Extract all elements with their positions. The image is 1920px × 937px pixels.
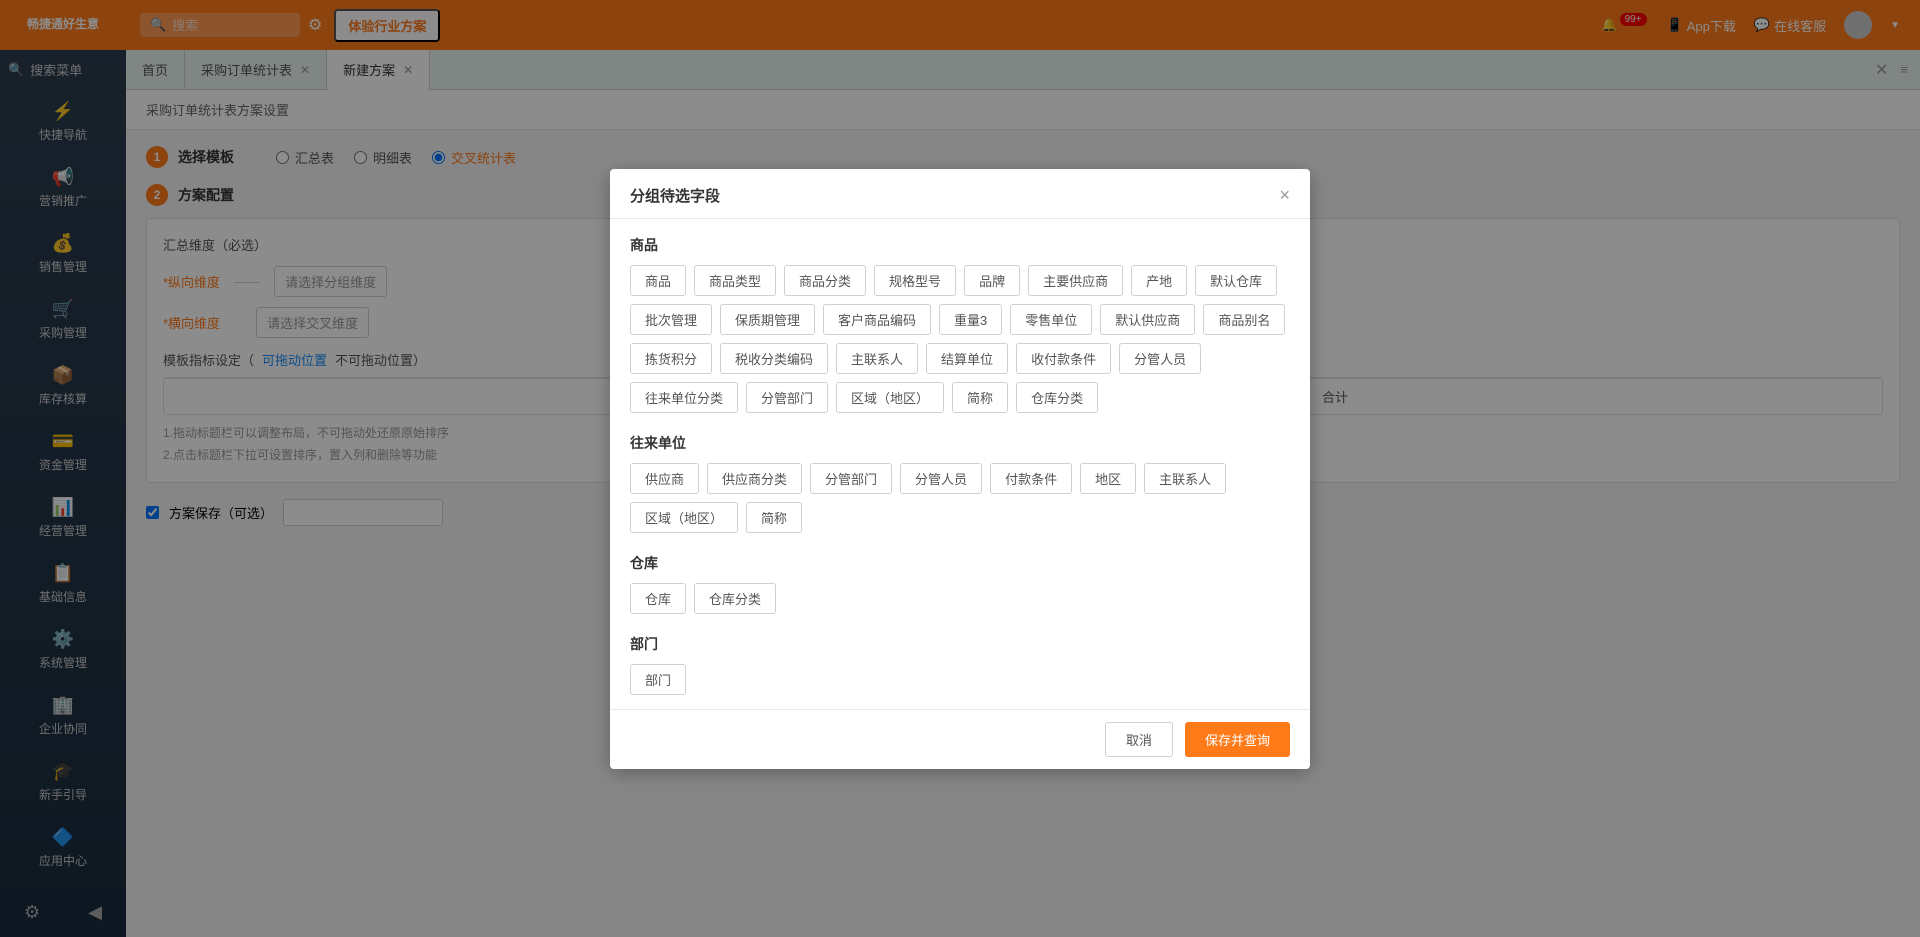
field-tag-customer-code[interactable]: 客户商品编码 <box>823 304 931 335</box>
field-tag-main-supplier[interactable]: 主要供应商 <box>1028 265 1123 296</box>
field-tag-spec-type[interactable]: 规格型号 <box>874 265 956 296</box>
field-tag-default-supplier[interactable]: 默认供应商 <box>1100 304 1195 335</box>
field-tag-contact[interactable]: 主联系人 <box>1144 463 1226 494</box>
field-tag-supplier[interactable]: 供应商 <box>630 463 699 494</box>
field-tag-goods-alias[interactable]: 商品别名 <box>1203 304 1285 335</box>
field-tag-brand[interactable]: 品牌 <box>964 265 1020 296</box>
field-tag-main-contact[interactable]: 主联系人 <box>836 343 918 374</box>
modal: 分组待选字段 × 商品商品商品类型商品分类规格型号品牌主要供应商产地默认仓库批次… <box>610 169 1310 769</box>
field-tag-goods-category[interactable]: 商品分类 <box>784 265 866 296</box>
field-tag-payment-cond[interactable]: 付款条件 <box>990 463 1072 494</box>
field-grid-partner: 供应商供应商分类分管部门分管人员付款条件地区主联系人区域（地区） 简称 <box>630 463 1290 533</box>
section-title-department: 部门 <box>630 634 1290 654</box>
section-warehouse: 仓库仓库仓库分类 <box>630 553 1290 614</box>
section-department: 部门部门 <box>630 634 1290 695</box>
field-tag-goods[interactable]: 商品 <box>630 265 686 296</box>
modal-close-button[interactable]: × <box>1279 185 1290 206</box>
modal-overlay: 分组待选字段 × 商品商品商品类型商品分类规格型号品牌主要供应商产地默认仓库批次… <box>0 0 1920 937</box>
field-tag-dep[interactable]: 部门 <box>630 664 686 695</box>
field-tag-wh-cat[interactable]: 仓库分类 <box>694 583 776 614</box>
field-tag-settle-unit[interactable]: 结算单位 <box>926 343 1008 374</box>
field-tag-dept-person[interactable]: 分管人员 <box>900 463 982 494</box>
field-grid-department: 部门 <box>630 664 1290 695</box>
confirm-button[interactable]: 保存并查询 <box>1185 722 1290 757</box>
section-goods: 商品商品商品类型商品分类规格型号品牌主要供应商产地默认仓库批次管理保质期管理客户… <box>630 235 1290 413</box>
field-tag-goods-type[interactable]: 商品类型 <box>694 265 776 296</box>
modal-title: 分组待选字段 <box>630 185 720 206</box>
modal-body: 商品商品商品类型商品分类规格型号品牌主要供应商产地默认仓库批次管理保质期管理客户… <box>610 219 1310 709</box>
field-tag-region[interactable]: 地区 <box>1080 463 1136 494</box>
field-tag-supplier-category[interactable]: 供应商分类 <box>707 463 802 494</box>
modal-header: 分组待选字段 × <box>610 169 1310 219</box>
field-tag-payment-terms[interactable]: 收付款条件 <box>1016 343 1111 374</box>
field-tag-short2[interactable]: 简称 <box>746 502 802 533</box>
field-tag-dept[interactable]: 分管部门 <box>810 463 892 494</box>
section-partner: 往来单位供应商供应商分类分管部门分管人员付款条件地区主联系人区域（地区） 简称 <box>630 433 1290 533</box>
cancel-button[interactable]: 取消 <box>1105 722 1173 757</box>
field-tag-tax-code[interactable]: 税收分类编码 <box>720 343 828 374</box>
field-tag-warehouse-category[interactable]: 仓库分类 <box>1016 382 1098 413</box>
field-tag-default-warehouse[interactable]: 默认仓库 <box>1195 265 1277 296</box>
field-tag-manager[interactable]: 分管人员 <box>1119 343 1201 374</box>
field-tag-pick-score[interactable]: 拣货积分 <box>630 343 712 374</box>
field-tag-region-geo[interactable]: 区域（地区） <box>836 382 944 413</box>
field-grid-goods: 商品商品类型商品分类规格型号品牌主要供应商产地默认仓库批次管理保质期管理客户商品… <box>630 265 1290 413</box>
field-tag-region2[interactable]: 区域（地区） <box>630 502 738 533</box>
field-tag-short-name[interactable]: 简称 <box>952 382 1008 413</box>
field-tag-weight3[interactable]: 重量3 <box>939 304 1002 335</box>
field-tag-dept-manage[interactable]: 分管部门 <box>746 382 828 413</box>
section-title-warehouse: 仓库 <box>630 553 1290 573</box>
section-title-goods: 商品 <box>630 235 1290 255</box>
field-tag-batch-management[interactable]: 批次管理 <box>630 304 712 335</box>
field-tag-retail-unit[interactable]: 零售单位 <box>1010 304 1092 335</box>
modal-footer: 取消 保存并查询 <box>610 709 1310 769</box>
field-tag-wh[interactable]: 仓库 <box>630 583 686 614</box>
field-tag-origin[interactable]: 产地 <box>1131 265 1187 296</box>
field-tag-quality-management[interactable]: 保质期管理 <box>720 304 815 335</box>
section-title-partner: 往来单位 <box>630 433 1290 453</box>
field-tag-origin-unit-type[interactable]: 往来单位分类 <box>630 382 738 413</box>
field-grid-warehouse: 仓库仓库分类 <box>630 583 1290 614</box>
